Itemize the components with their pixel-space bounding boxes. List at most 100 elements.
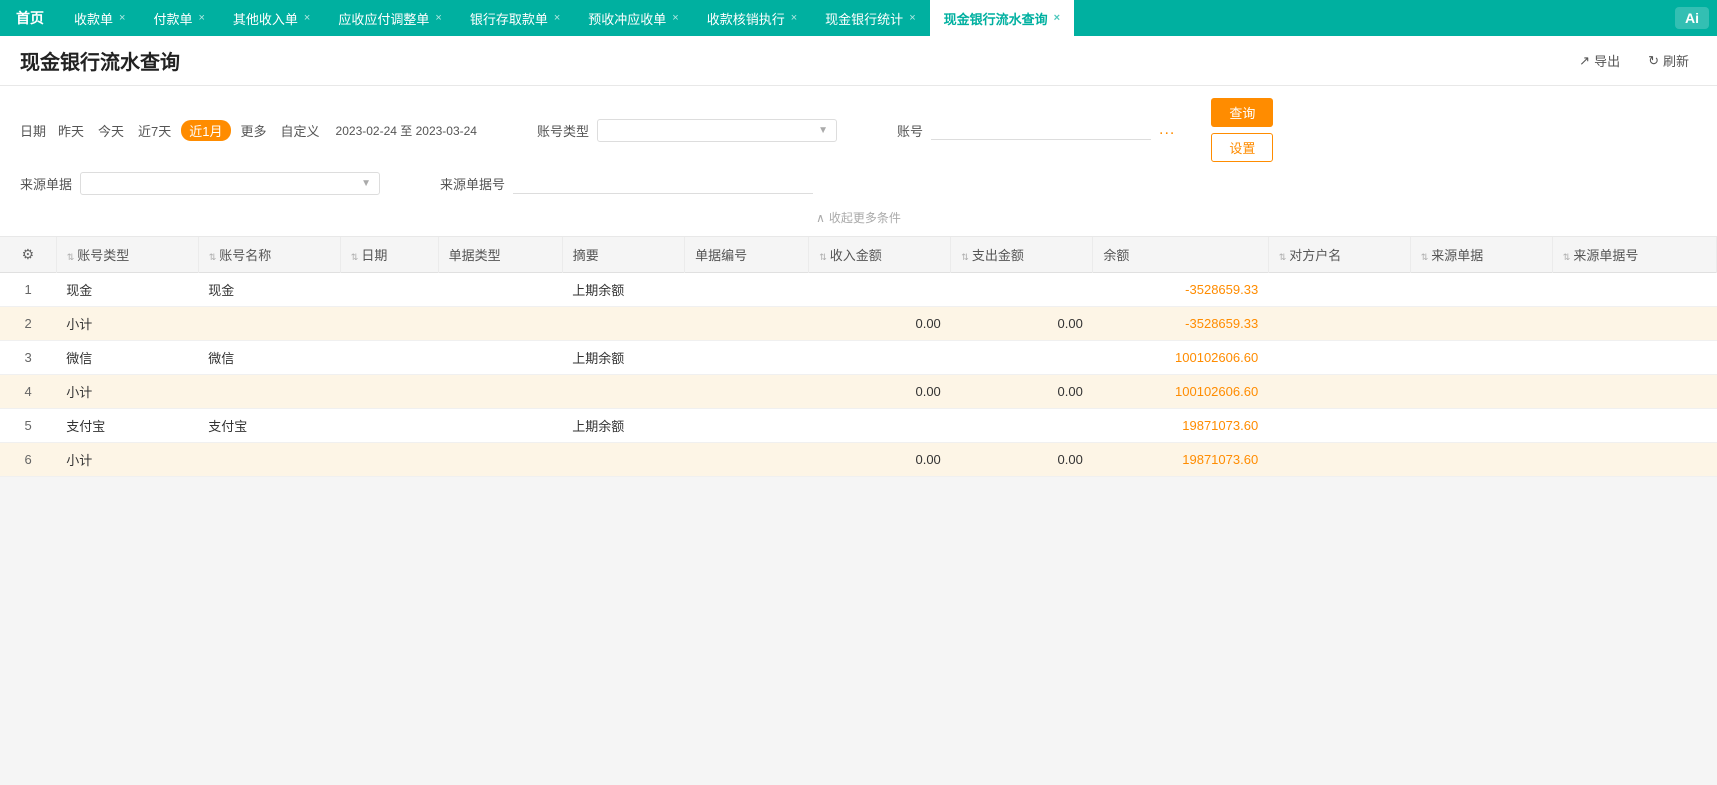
cell-doc_type <box>438 443 562 477</box>
date-shortcut-自定义[interactable]: 自定义 <box>277 120 324 141</box>
filter-row-1: 日期 昨天今天近7天近1月更多自定义 2023-02-24 至 2023-03-… <box>20 98 1697 162</box>
col-header-source_doc[interactable]: ⇅来源单据 <box>1410 237 1552 273</box>
cell-counterpart <box>1268 341 1410 375</box>
col-header-gear: ⚙ <box>0 237 56 273</box>
nav-tab-现金银行流水查询[interactable]: 现金银行流水查询 × <box>930 0 1074 36</box>
source-doc-select[interactable]: ▼ <box>80 172 380 195</box>
nav-tab-收款单[interactable]: 收款单× <box>60 0 139 36</box>
col-header-date[interactable]: ⇅日期 <box>340 237 438 273</box>
nav-home[interactable]: 首页 <box>0 0 60 36</box>
nav-tab-close-icon[interactable]: × <box>672 12 678 24</box>
cell-doc_num <box>685 375 809 409</box>
col-label: 日期 <box>361 248 387 263</box>
action-buttons: 查询 设置 <box>1211 98 1273 162</box>
cell-summary <box>562 307 684 341</box>
nav-tab-应收应付调整单[interactable]: 应收应付调整单× <box>324 0 455 36</box>
nav-tab-收款核销执行[interactable]: 收款核销执行 × <box>693 0 811 36</box>
col-header-income[interactable]: ⇅收入金额 <box>809 237 951 273</box>
cell-counterpart <box>1268 273 1410 307</box>
cell-account_type: 小计 <box>56 307 198 341</box>
date-shortcut-更多[interactable]: 更多 <box>237 120 271 141</box>
date-shortcut-昨天[interactable]: 昨天 <box>54 120 88 141</box>
cell-account_name: 支付宝 <box>198 409 340 443</box>
cell-source_doc_num <box>1552 375 1716 409</box>
data-table: ⚙⇅账号类型⇅账号名称⇅日期单据类型摘要单据编号⇅收入金额⇅支出金额余额⇅对方户… <box>0 237 1717 477</box>
nav-tab-close-icon[interactable]: × <box>791 12 797 24</box>
nav-tab-label: 收款核销执行 <box>707 9 785 28</box>
nav-tab-银行存取款单[interactable]: 银行存取款单× <box>456 0 574 36</box>
nav-tab-close-icon[interactable]: × <box>1054 12 1060 24</box>
col-header-account_name[interactable]: ⇅账号名称 <box>198 237 340 273</box>
account-input[interactable] <box>931 120 1151 140</box>
col-label: 对方户名 <box>1289 248 1341 263</box>
cell-summary: 上期余额 <box>562 273 684 307</box>
date-range: 2023-02-24 至 2023-03-24 <box>336 122 477 139</box>
nav-tab-close-icon[interactable]: × <box>304 12 310 24</box>
row-num: 5 <box>0 409 56 443</box>
cell-account_name <box>198 443 340 477</box>
cell-balance: -3528659.33 <box>1093 307 1268 341</box>
account-label: 账号 <box>897 121 923 140</box>
cell-summary: 上期余额 <box>562 409 684 443</box>
date-shortcut-近7天[interactable]: 近7天 <box>134 120 175 141</box>
nav-tab-close-icon[interactable]: × <box>198 12 204 24</box>
nav-tab-其他收入单[interactable]: 其他收入单× <box>219 0 324 36</box>
cell-source_doc <box>1410 307 1552 341</box>
cell-counterpart <box>1268 307 1410 341</box>
source-doc-filter-group: 来源单据 ▼ <box>20 172 380 195</box>
cell-source_doc_num <box>1552 341 1716 375</box>
cell-source_doc_num <box>1552 443 1716 477</box>
cell-income <box>809 273 951 307</box>
col-header-account_type[interactable]: ⇅账号类型 <box>56 237 198 273</box>
cell-expense <box>951 409 1093 443</box>
cell-expense: 0.00 <box>951 307 1093 341</box>
row-num: 2 <box>0 307 56 341</box>
cell-source_doc <box>1410 375 1552 409</box>
ellipsis-button[interactable]: ... <box>1159 121 1175 139</box>
source-doc-value <box>89 176 93 191</box>
cell-income <box>809 409 951 443</box>
nav-tab-close-icon[interactable]: × <box>909 12 915 24</box>
nav-tab-付款单[interactable]: 付款单× <box>139 0 218 36</box>
cell-doc_num <box>685 443 809 477</box>
gear-icon[interactable]: ⚙ <box>22 246 35 262</box>
cell-doc_type <box>438 341 562 375</box>
export-icon: ↗ <box>1579 53 1590 69</box>
cell-income: 0.00 <box>809 375 951 409</box>
date-filter-group: 日期 昨天今天近7天近1月更多自定义 2023-02-24 至 2023-03-… <box>20 120 477 141</box>
col-header-balance: 余额 <box>1093 237 1268 273</box>
row-num: 6 <box>0 443 56 477</box>
col-label: 来源单据号 <box>1573 248 1638 263</box>
settings-button[interactable]: 设置 <box>1211 133 1273 162</box>
nav-tab-close-icon[interactable]: × <box>119 12 125 24</box>
nav-tabs: 收款单×付款单×其他收入单×应收应付调整单×银行存取款单×预收冲应收单×收款核销… <box>60 0 1675 36</box>
source-doc-num-input[interactable] <box>513 174 813 194</box>
date-shortcut-今天[interactable]: 今天 <box>94 120 128 141</box>
col-header-doc_num: 单据编号 <box>685 237 809 273</box>
date-shortcut-近1月[interactable]: 近1月 <box>181 120 230 141</box>
cell-account_name: 现金 <box>198 273 340 307</box>
nav-tab-现金银行统计[interactable]: 现金银行统计× <box>811 0 929 36</box>
cell-doc_num <box>685 307 809 341</box>
query-button[interactable]: 查询 <box>1211 98 1273 127</box>
nav-tab-close-icon[interactable]: × <box>435 12 441 24</box>
col-header-expense[interactable]: ⇅支出金额 <box>951 237 1093 273</box>
cell-expense: 0.00 <box>951 443 1093 477</box>
cell-expense <box>951 341 1093 375</box>
cell-income <box>809 341 951 375</box>
nav-tab-label: 现金银行流水查询 <box>944 9 1048 28</box>
cell-source_doc <box>1410 443 1552 477</box>
nav-tab-close-icon[interactable]: × <box>554 12 560 24</box>
export-button[interactable]: ↗ 导出 <box>1571 47 1628 74</box>
nav-tab-预收冲应收单[interactable]: 预收冲应收单× <box>574 0 692 36</box>
refresh-button[interactable]: ↻ 刷新 <box>1640 47 1697 74</box>
ai-badge[interactable]: Ai <box>1675 7 1709 29</box>
collapse-chevron-icon: ∧ <box>816 211 825 225</box>
account-type-select[interactable]: ▼ <box>597 119 837 142</box>
col-header-counterpart[interactable]: ⇅对方户名 <box>1268 237 1410 273</box>
cell-date <box>340 375 438 409</box>
table-row: 6小计0.000.0019871073.60 <box>0 443 1717 477</box>
col-header-source_doc_num[interactable]: ⇅来源单据号 <box>1552 237 1716 273</box>
cell-account_type: 小计 <box>56 375 198 409</box>
collapse-bar[interactable]: ∧ 收起更多条件 <box>20 205 1697 228</box>
